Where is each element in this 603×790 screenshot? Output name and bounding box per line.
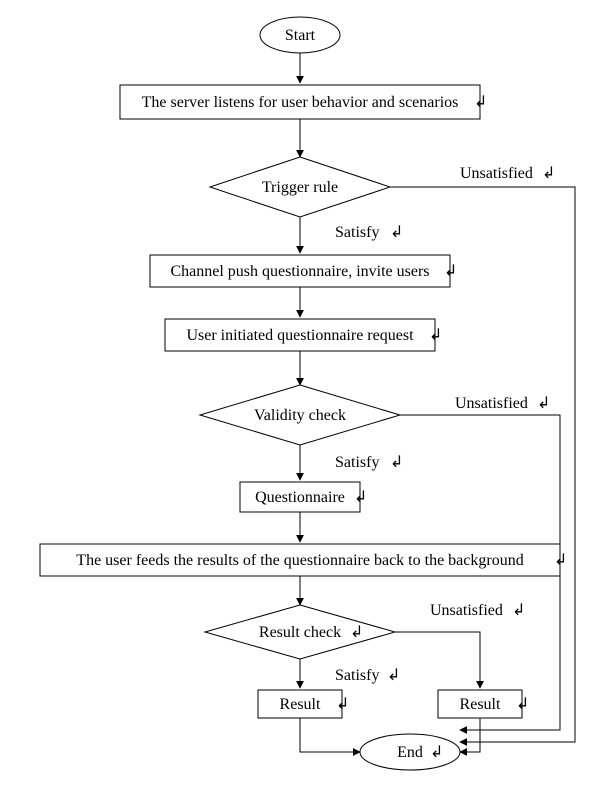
node-result2: Result ↲ <box>438 690 529 718</box>
edge-validity-quest-label: Satisfy <box>335 454 379 471</box>
node-push-label: Channel push questionnaire, invite users <box>170 263 429 280</box>
glyph-result1: ↲ <box>336 696 349 713</box>
glyph-quest: ↲ <box>354 489 367 506</box>
edge-trigger-end-label: Unsatisfied <box>460 165 533 182</box>
node-listen-label: The server listens for user behavior and… <box>142 94 459 111</box>
node-request: User initiated questionnaire request ↲ <box>165 319 442 351</box>
glyph-rescheck-unsat: ↲ <box>512 602 525 619</box>
node-validity: Validity check <box>200 385 400 445</box>
node-request-label: User initiated questionnaire request <box>186 327 414 344</box>
node-start: Start <box>260 17 340 53</box>
node-push: Channel push questionnaire, invite users… <box>150 255 457 287</box>
node-validity-label: Validity check <box>254 407 346 424</box>
glyph-validity-satisfy: ↲ <box>390 454 403 471</box>
glyph-result2: ↲ <box>516 696 529 713</box>
node-trigger-label: Trigger rule <box>262 179 338 196</box>
glyph-feedback: ↲ <box>554 552 567 569</box>
glyph-trigger-satisfy: ↲ <box>390 224 403 241</box>
node-feedback-label: The user feeds the results of the questi… <box>76 552 523 569</box>
node-quest: Questionnaire ↲ <box>240 482 367 512</box>
glyph-validity-unsat: ↲ <box>537 395 550 412</box>
node-listen: The server listens for user behavior and… <box>120 85 487 119</box>
node-quest-label: Questionnaire <box>255 489 345 506</box>
node-result2-label: Result <box>460 696 501 713</box>
edge-rescheck-result2 <box>395 632 480 688</box>
glyph-rescheck-satisfy: ↲ <box>387 667 400 684</box>
glyph-push: ↲ <box>444 263 457 280</box>
node-result1-label: Result <box>280 696 321 713</box>
glyph-trigger-unsat: ↲ <box>542 165 555 182</box>
node-result1: Result ↲ <box>258 690 349 718</box>
node-rescheck: Result check ↲ <box>205 605 395 659</box>
glyph-listen: ↲ <box>474 94 487 111</box>
edge-validity-end-label: Unsatisfied <box>455 395 528 412</box>
node-end-label: End <box>397 744 423 761</box>
node-feedback: The user feeds the results of the questi… <box>40 544 567 576</box>
glyph-end: ↲ <box>430 744 443 761</box>
node-rescheck-label: Result check <box>259 624 341 641</box>
glyph-request: ↲ <box>429 327 442 344</box>
node-trigger: Trigger rule <box>210 157 390 217</box>
flowchart-canvas: Start The server listens for user behavi… <box>0 0 603 790</box>
edge-rescheck-result2-label: Unsatisfied <box>430 602 503 619</box>
edge-result1-end <box>300 718 360 752</box>
edge-trigger-push-label: Satisfy <box>335 224 379 241</box>
edge-rescheck-result1-label: Satisfy <box>335 667 379 684</box>
node-start-label: Start <box>285 27 316 44</box>
glyph-rescheck: ↲ <box>350 624 363 641</box>
edge-result2-end <box>460 718 480 752</box>
node-end: End ↲ <box>360 734 460 770</box>
